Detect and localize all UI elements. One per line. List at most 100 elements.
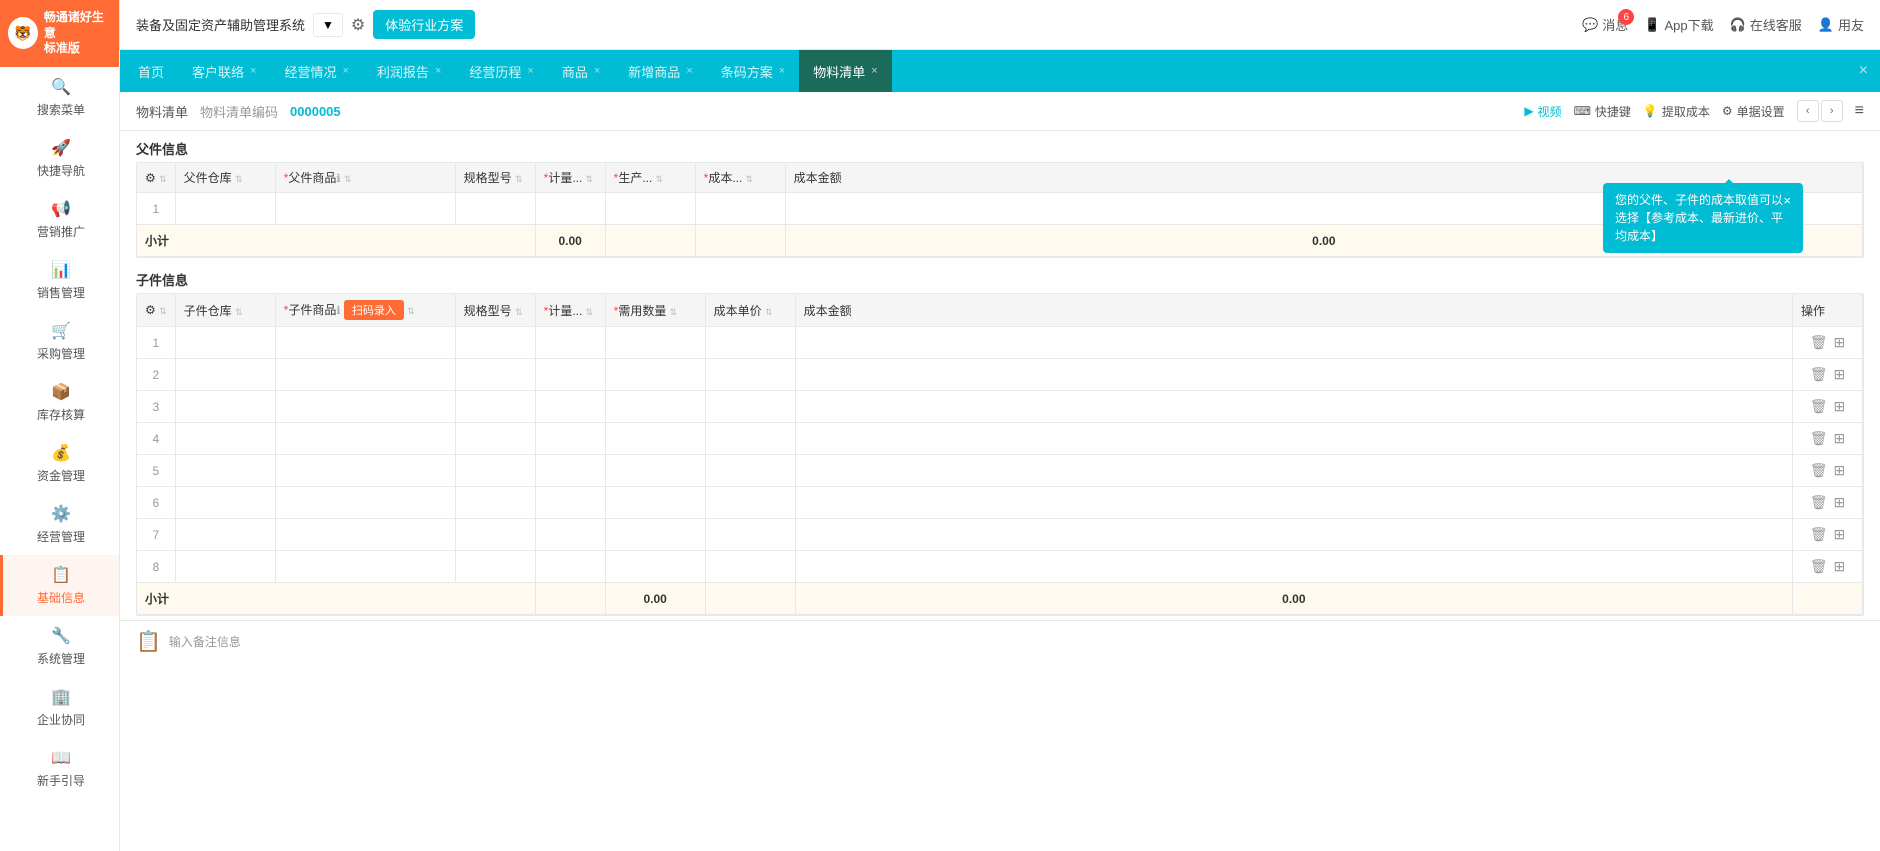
system-dropdown[interactable]: ▼ bbox=[313, 13, 343, 37]
th-child-spec[interactable]: 规格型号 ⇅ bbox=[455, 294, 535, 327]
content-area: 物料清单 物料清单编码 0000005 ▶ 视频 ⌨ 快捷键 💡 提取成本 bbox=[120, 92, 1880, 851]
sidebar-item-operations[interactable]: ⚙️ 经营管理 bbox=[0, 494, 119, 555]
delete-icon-2[interactable]: 🗑 bbox=[1810, 366, 1828, 383]
th-parent-cost[interactable]: *成本... ⇅ bbox=[695, 163, 785, 193]
sales-icon: 📊 bbox=[51, 260, 71, 280]
th-parent-setting[interactable]: ⚙ ⇅ bbox=[137, 163, 175, 193]
tab-history-close[interactable]: × bbox=[527, 65, 533, 77]
parent-spec-cell[interactable] bbox=[455, 193, 535, 225]
tab-profit-close[interactable]: × bbox=[435, 65, 441, 77]
th-child-qty[interactable]: *需用数量 ⇅ bbox=[605, 294, 705, 327]
tab-barcode-close[interactable]: × bbox=[779, 65, 785, 77]
th-child-setting[interactable]: ⚙ ⇅ bbox=[137, 294, 175, 327]
sidebar-item-marketing[interactable]: 📢 营销推广 bbox=[0, 189, 119, 250]
copy-icon-7[interactable]: ⊞ bbox=[1834, 526, 1846, 543]
delete-icon-3[interactable]: 🗑 bbox=[1810, 398, 1828, 415]
grid-view-icon[interactable]: ≡ bbox=[1855, 102, 1864, 120]
single-settings-action[interactable]: ⚙ 单据设置 bbox=[1722, 103, 1785, 120]
tab-operations-situation[interactable]: 经营情况× bbox=[270, 50, 362, 92]
parent-product-cell[interactable] bbox=[275, 193, 455, 225]
th-child-unit[interactable]: *计量... ⇅ bbox=[535, 294, 605, 327]
delete-icon-6[interactable]: 🗑 bbox=[1810, 494, 1828, 511]
sidebar-item-guide[interactable]: 📖 新手引导 bbox=[0, 738, 119, 799]
child-row-1-unit-price[interactable] bbox=[705, 327, 795, 359]
prev-arrow[interactable]: ‹ bbox=[1797, 100, 1819, 122]
copy-icon-8[interactable]: ⊞ bbox=[1834, 558, 1846, 575]
th-parent-prod[interactable]: *生产... ⇅ bbox=[605, 163, 695, 193]
th-parent-product[interactable]: *父件商品ℹ ⇅ bbox=[275, 163, 455, 193]
next-arrow[interactable]: › bbox=[1821, 100, 1843, 122]
sidebar-item-inventory[interactable]: 📦 库存核算 bbox=[0, 372, 119, 433]
copy-icon-6[interactable]: ⊞ bbox=[1834, 494, 1846, 511]
tab-goods-close[interactable]: × bbox=[594, 65, 600, 77]
th-child-warehouse[interactable]: 子件仓库 ⇅ bbox=[175, 294, 275, 327]
sidebar-item-basic-info[interactable]: 📋 基础信息 bbox=[0, 555, 119, 616]
tab-barcode[interactable]: 条码方案× bbox=[707, 50, 799, 92]
child-row-1-product[interactable] bbox=[275, 327, 455, 359]
parent-warehouse-cell[interactable] bbox=[175, 193, 275, 225]
tab-profit[interactable]: 利润报告× bbox=[363, 50, 455, 92]
sidebar-item-system[interactable]: 🔧 系统管理 bbox=[0, 616, 119, 677]
delete-icon-7[interactable]: 🗑 bbox=[1810, 526, 1828, 543]
marketing-icon: 📢 bbox=[51, 199, 71, 219]
th-child-cost-amount[interactable]: 成本金额 bbox=[795, 294, 1792, 327]
sidebar-item-search[interactable]: 🔍 搜索菜单 bbox=[0, 67, 119, 128]
parent-unit-cell[interactable] bbox=[535, 193, 605, 225]
th-child-product[interactable]: *子件商品ℹ 扫码录入 ⇅ bbox=[275, 294, 455, 327]
online-service-item[interactable]: 🎧 在线客服 bbox=[1730, 15, 1802, 34]
copy-icon-3[interactable]: ⊞ bbox=[1834, 398, 1846, 415]
shortcut-action[interactable]: ⌨ 快捷键 bbox=[1574, 103, 1631, 120]
tab-bom-close[interactable]: × bbox=[871, 65, 877, 77]
copy-icon-1[interactable]: ⊞ bbox=[1834, 334, 1846, 351]
child-row-1-spec[interactable] bbox=[455, 327, 535, 359]
trial-button[interactable]: 体验行业方案 bbox=[373, 10, 475, 39]
sidebar-item-finance[interactable]: 💰 资金管理 bbox=[0, 433, 119, 494]
child-row-1-unit[interactable] bbox=[535, 327, 605, 359]
copy-icon-2[interactable]: ⊞ bbox=[1834, 366, 1846, 383]
tab-home[interactable]: 首页 bbox=[124, 50, 178, 92]
child-row-1-cost-amount[interactable] bbox=[795, 327, 1792, 359]
tab-customer[interactable]: 客户联络× bbox=[178, 50, 270, 92]
delete-icon-5[interactable]: 🗑 bbox=[1810, 462, 1828, 479]
breadcrumb-left: 物料清单 物料清单编码 0000005 bbox=[136, 102, 341, 121]
video-action[interactable]: ▶ 视频 bbox=[1524, 103, 1561, 120]
tab-new-goods-close[interactable]: × bbox=[686, 65, 692, 77]
message-item[interactable]: 💬 消息 6 bbox=[1582, 15, 1628, 34]
parent-prod-cell[interactable] bbox=[605, 193, 695, 225]
child-row-1-warehouse[interactable] bbox=[175, 327, 275, 359]
th-parent-unit[interactable]: *计量... ⇅ bbox=[535, 163, 605, 193]
parent-cost-cell[interactable] bbox=[695, 193, 785, 225]
bottom-bar: 📋 输入备注信息 bbox=[120, 620, 1880, 662]
notes-placeholder[interactable]: 输入备注信息 bbox=[169, 633, 241, 650]
tab-history[interactable]: 经营历程× bbox=[455, 50, 547, 92]
scan-button[interactable]: 扫码录入 bbox=[344, 300, 404, 320]
gear-icon[interactable]: ⚙ bbox=[351, 15, 365, 35]
delete-icon-4[interactable]: 🗑 bbox=[1810, 430, 1828, 447]
user-item[interactable]: 👤 用友 bbox=[1818, 15, 1864, 34]
close-all-tabs[interactable]: × bbox=[1851, 62, 1876, 80]
sidebar: 🐯 畅通诸好生意 标准版 🔍 搜索菜单 🚀 快捷导航 📢 营销推广 📊 销售管理… bbox=[0, 0, 120, 851]
th-child-unit-price[interactable]: 成本单价 ⇅ bbox=[705, 294, 795, 327]
sidebar-item-sales[interactable]: 📊 销售管理 bbox=[0, 250, 119, 311]
tooltip-close[interactable]: × bbox=[1783, 191, 1791, 211]
breadcrumb-bar: 物料清单 物料清单编码 0000005 ▶ 视频 ⌨ 快捷键 💡 提取成本 bbox=[120, 92, 1880, 131]
tab-operations-situation-close[interactable]: × bbox=[342, 65, 348, 77]
message-icon: 💬 bbox=[1582, 17, 1598, 33]
th-parent-warehouse[interactable]: 父件仓库 ⇅ bbox=[175, 163, 275, 193]
app-download-item[interactable]: 📱 App下载 bbox=[1644, 15, 1713, 34]
sidebar-item-enterprise[interactable]: 🏢 企业协同 bbox=[0, 677, 119, 738]
th-parent-spec[interactable]: 规格型号 ⇅ bbox=[455, 163, 535, 193]
extract-cost-action[interactable]: 💡 提取成本 bbox=[1643, 103, 1710, 120]
tab-goods[interactable]: 商品× bbox=[548, 50, 614, 92]
tab-new-goods[interactable]: 新增商品× bbox=[614, 50, 706, 92]
delete-icon-1[interactable]: 🗑 bbox=[1810, 334, 1828, 351]
sidebar-item-purchase[interactable]: 🛒 采购管理 bbox=[0, 311, 119, 372]
sidebar-item-quick-nav[interactable]: 🚀 快捷导航 bbox=[0, 128, 119, 189]
delete-icon-8[interactable]: 🗑 bbox=[1810, 558, 1828, 575]
copy-icon-4[interactable]: ⊞ bbox=[1834, 430, 1846, 447]
child-row-1-qty[interactable] bbox=[605, 327, 705, 359]
parent-row-num: 1 bbox=[137, 193, 175, 225]
tab-customer-close[interactable]: × bbox=[250, 65, 256, 77]
copy-icon-5[interactable]: ⊞ bbox=[1834, 462, 1846, 479]
tab-bom[interactable]: 物料清单× bbox=[799, 50, 891, 92]
